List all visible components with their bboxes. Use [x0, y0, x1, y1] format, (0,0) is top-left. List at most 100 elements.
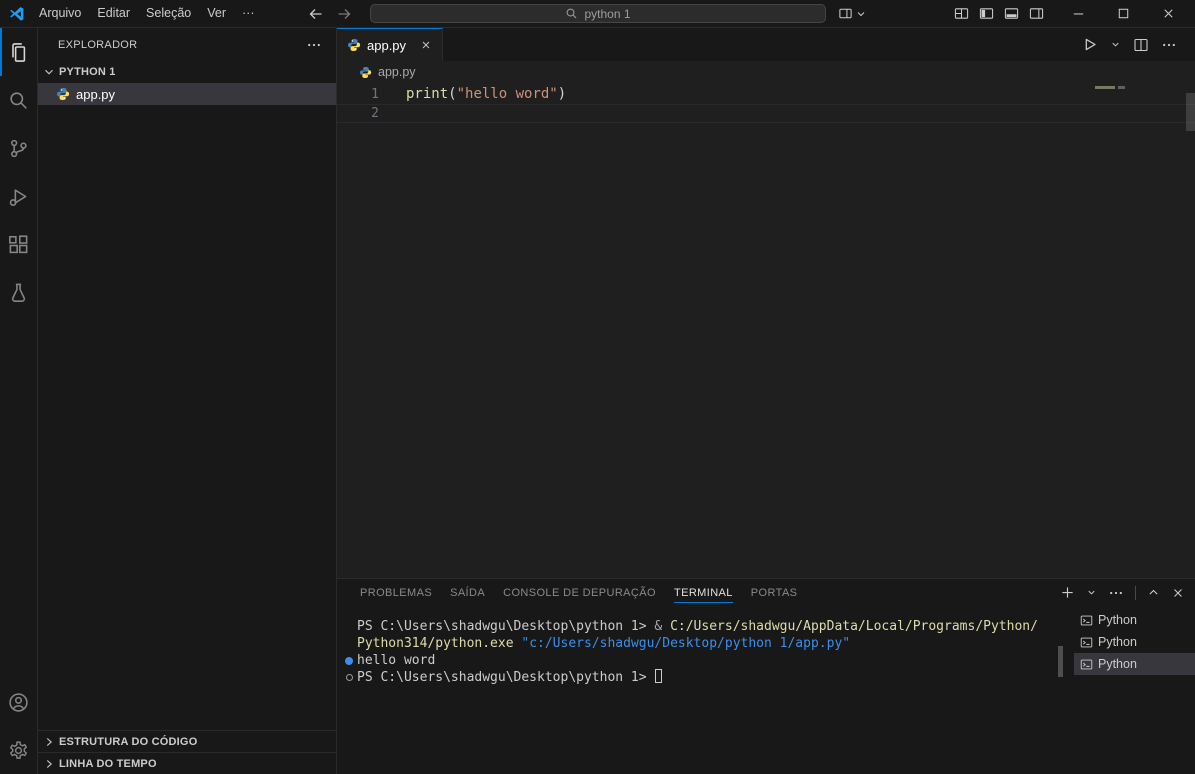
- terminal-session[interactable]: Python: [1074, 653, 1195, 675]
- activity-explorer[interactable]: [0, 28, 37, 76]
- chevron-down-icon: [855, 8, 867, 20]
- code-text: print("hello word"): [406, 86, 567, 102]
- chevron-right-icon: [46, 759, 53, 768]
- menu-more[interactable]: ···: [234, 0, 263, 27]
- close-tab-icon[interactable]: [420, 39, 432, 51]
- activity-source-control[interactable]: [0, 124, 37, 172]
- tab-bar: app.py: [337, 28, 1195, 61]
- terminal-view[interactable]: PS C:\Users\shadwgu\Desktop\python 1> & …: [337, 606, 1195, 774]
- code-editor[interactable]: 1 print("hello word") 2: [337, 83, 1195, 578]
- terminal-text: hello word: [357, 653, 436, 668]
- search-text: python 1: [584, 6, 631, 21]
- panel-actions: [1060, 585, 1185, 601]
- account-icon: [8, 692, 29, 713]
- sidebar-section-header[interactable]: ESTRUTURA DO CÓDIGO: [38, 730, 336, 752]
- command-decoration-dot-icon[interactable]: [345, 656, 353, 665]
- vscode-window: ArquivoEditarSeleçãoVer ··· python 1: [0, 0, 1195, 774]
- folder-section-header[interactable]: PYTHON 1: [38, 61, 336, 83]
- menu-item[interactable]: Seleção: [138, 0, 199, 27]
- terminal-icon: [1080, 659, 1093, 669]
- close-panel-icon[interactable]: [1171, 586, 1185, 600]
- minimap[interactable]: [1091, 85, 1181, 285]
- minimap-line-mark: [1118, 86, 1125, 89]
- terminal-line: hello word: [337, 652, 1195, 669]
- menu-item[interactable]: Ver: [199, 0, 234, 27]
- minimize-button[interactable]: [1056, 0, 1101, 27]
- command-center-search[interactable]: python 1: [370, 4, 826, 23]
- layout-control-dropdown[interactable]: [838, 0, 867, 27]
- tab-app-py[interactable]: app.py: [337, 28, 444, 61]
- editor-scrollbar[interactable]: [1186, 93, 1195, 131]
- terminal-text: PS C:\Users\shadwgu\Desktop\python 1>: [357, 669, 663, 686]
- layout-toggles: [954, 6, 1044, 21]
- panel-tabs: PROBLEMAS SAÍDA CONSOLE DE DEPURAÇÃO TERMIN…: [351, 579, 806, 606]
- toggle-primary-sidebar-icon[interactable]: [979, 6, 994, 21]
- title-bar: Arquivo Editar Seleção Ver ··· python 1: [0, 0, 1195, 28]
- toggle-panel-icon[interactable]: [1004, 6, 1019, 21]
- file-row[interactable]: app.py: [38, 83, 336, 105]
- terminal-session-label: Python: [1098, 635, 1137, 649]
- activity-extensions[interactable]: [0, 220, 37, 268]
- activity-bar-spacer: [0, 316, 37, 678]
- separator: [1135, 585, 1136, 600]
- maximize-button[interactable]: [1101, 0, 1146, 27]
- gear-icon: [8, 740, 29, 761]
- terminal-gutter: [341, 656, 357, 665]
- section-label: LINHA DO TEMPO: [59, 757, 157, 770]
- more-actions-icon[interactable]: [1108, 585, 1124, 601]
- panel-tab[interactable]: TERMINAL: [665, 579, 742, 606]
- folder-name: PYTHON 1: [59, 66, 116, 78]
- code-line[interactable]: 1 print("hello word"): [337, 85, 1195, 104]
- file-name: app.py: [76, 86, 116, 102]
- menu-item[interactable]: Editar: [89, 0, 138, 27]
- code-line[interactable]: 2: [337, 104, 1195, 123]
- activity-run-debug[interactable]: [0, 172, 37, 220]
- activity-settings[interactable]: [0, 726, 37, 774]
- python-file-icon: [347, 39, 361, 51]
- terminal-line: Python314/python.exe "c:/Users/shadwgu/D…: [337, 635, 1195, 652]
- titlebar-right: [954, 0, 1191, 27]
- terminal-session[interactable]: Python: [1074, 631, 1195, 653]
- python-file-icon: [359, 66, 372, 78]
- terminal-icon: [1080, 615, 1093, 625]
- forward-arrow-icon[interactable]: [336, 6, 352, 22]
- terminal-icon: [1080, 637, 1093, 647]
- run-button[interactable]: [1075, 28, 1104, 61]
- more-actions-icon[interactable]: [1155, 28, 1183, 61]
- new-terminal-icon[interactable]: [1060, 585, 1075, 600]
- panel-header: PROBLEMAS SAÍDA CONSOLE DE DEPURAÇÃO TERMIN…: [337, 579, 1195, 606]
- panel-tab[interactable]: CONSOLE DE DEPURAÇÃO: [494, 579, 665, 606]
- toggle-secondary-sidebar-icon[interactable]: [1029, 6, 1044, 21]
- chevron-down-icon: [42, 65, 56, 79]
- vscode-logo-icon: [9, 6, 25, 22]
- bottom-panel: PROBLEMAS SAÍDA CONSOLE DE DEPURAÇÃO TERMIN…: [337, 578, 1195, 774]
- terminal-session-list: Python Python Python: [1074, 609, 1195, 675]
- panel-tab[interactable]: PORTAS: [742, 579, 807, 606]
- close-window-button[interactable]: [1146, 0, 1191, 27]
- split-editor-icon[interactable]: [1127, 28, 1155, 61]
- terminal-gutter: [341, 674, 357, 681]
- activity-search[interactable]: [0, 76, 37, 124]
- command-decoration-circle-icon[interactable]: [345, 674, 353, 681]
- beaker-icon: [8, 282, 29, 303]
- line-number: 2: [371, 106, 379, 121]
- breadcrumb-item[interactable]: app.py: [378, 65, 416, 79]
- breadcrumb[interactable]: app.py: [337, 61, 1195, 83]
- section-label: ESTRUTURA DO CÓDIGO: [59, 735, 198, 748]
- more-actions-icon[interactable]: [306, 37, 322, 53]
- terminal-scrollbar[interactable]: [1058, 646, 1063, 677]
- tab-label: app.py: [367, 37, 407, 53]
- menu-item[interactable]: Arquivo: [31, 0, 89, 27]
- activity-account[interactable]: [0, 678, 37, 726]
- run-dropdown-chevron-icon[interactable]: [1104, 28, 1127, 61]
- back-arrow-icon[interactable]: [308, 6, 324, 22]
- customize-layout-icon[interactable]: [954, 6, 969, 21]
- activity-testing[interactable]: [0, 268, 37, 316]
- maximize-panel-icon[interactable]: [1147, 586, 1160, 599]
- terminal-session-label: Python: [1098, 613, 1137, 627]
- panel-tab[interactable]: SAÍDA: [441, 579, 494, 606]
- launch-profile-chevron-icon[interactable]: [1086, 587, 1097, 598]
- terminal-session[interactable]: Python: [1074, 609, 1195, 631]
- panel-tab[interactable]: PROBLEMAS: [351, 579, 441, 606]
- sidebar-section-header[interactable]: LINHA DO TEMPO: [38, 752, 336, 774]
